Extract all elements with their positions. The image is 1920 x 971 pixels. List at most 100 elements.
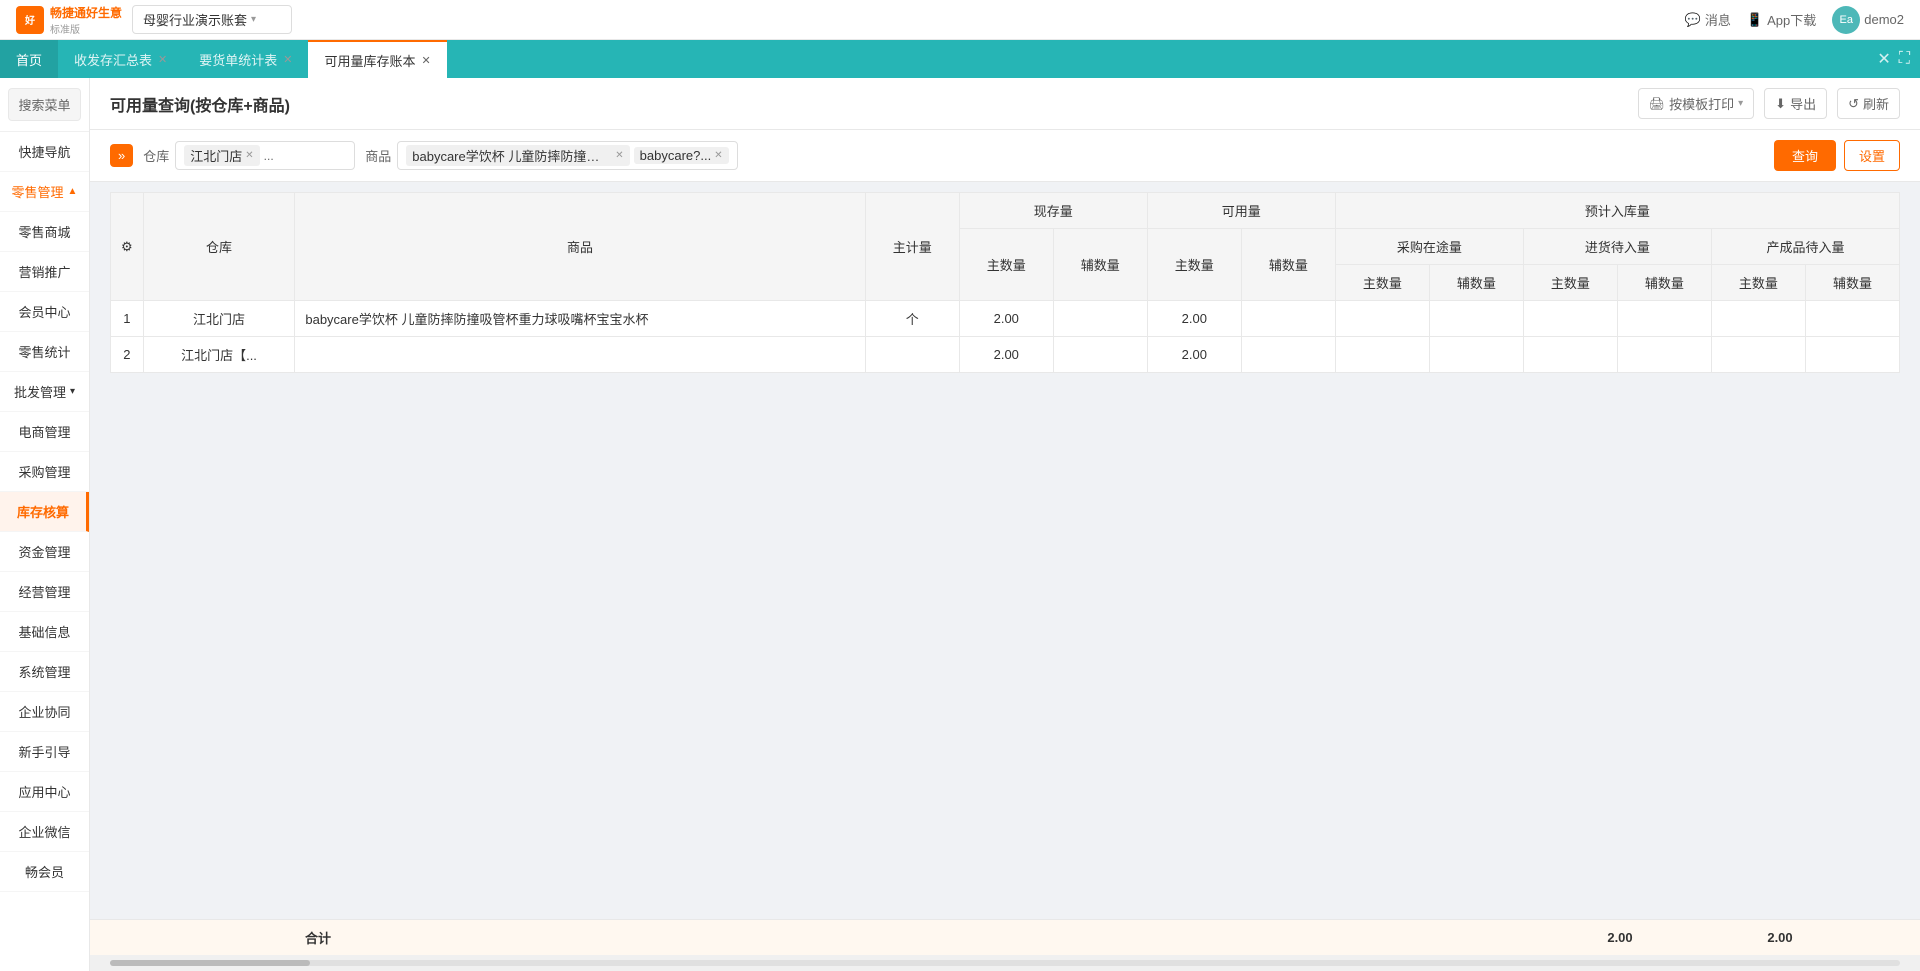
- sidebar-item-ecommerce[interactable]: 电商管理: [0, 412, 89, 452]
- row-in-main: [1523, 301, 1617, 337]
- finished-goods-header: 产成品待入量: [1711, 229, 1899, 265]
- close-tab-inventory[interactable]: ✕: [422, 54, 431, 67]
- prod-sub-header: 辅数量: [1805, 265, 1899, 301]
- settings-col-header[interactable]: ⚙: [111, 193, 144, 301]
- sidebar-item-new-guide[interactable]: 新手引导: [0, 732, 89, 772]
- expand-icon[interactable]: ⛶: [1899, 50, 1910, 68]
- product-input[interactable]: babycare学饮杯 儿童防摔防撞吸管杯重力球吸嘴杯宝宝水杯 ✕ babyca…: [397, 141, 737, 170]
- prod-main-header: 主数量: [1711, 265, 1805, 301]
- tab-order-stats[interactable]: 要货单统计表 ✕: [183, 40, 308, 78]
- chevron-icon: ▾: [70, 386, 75, 397]
- stock-sub-header: 辅数量: [1053, 229, 1147, 301]
- print-icon: 🖨: [1649, 96, 1666, 112]
- row-pur-main: [1335, 301, 1429, 337]
- refresh-button[interactable]: ↺ 刷新: [1837, 88, 1900, 119]
- row-warehouse: 江北门店: [143, 301, 295, 337]
- row-prod-sub: [1805, 337, 1899, 373]
- export-icon: ⬇: [1775, 96, 1786, 112]
- in-main-header: 主数量: [1523, 265, 1617, 301]
- sidebar-item-wechat-enterprise[interactable]: 企业微信: [0, 812, 89, 852]
- close-tab-receive[interactable]: ✕: [158, 53, 167, 66]
- row-product: babycare学饮杯 儿童防摔防撞吸管杯重力球吸嘴杯宝宝水杯: [295, 301, 865, 337]
- table-body: 1 江北门店 babycare学饮杯 儿童防摔防撞吸管杯重力球吸嘴杯宝宝水杯 个…: [111, 301, 1900, 373]
- tab-controls: ✕ ⛶: [1877, 40, 1920, 78]
- row-number: 2: [111, 337, 144, 373]
- warehouse-filter: 仓库 江北门店 ✕ ...: [143, 141, 355, 170]
- sidebar-item-enterprise-collab[interactable]: 企业协同: [0, 692, 89, 732]
- table-row: 2 江北门店【... 2.00 2.00: [111, 337, 1900, 373]
- sidebar-item-basic-info[interactable]: 基础信息: [0, 612, 89, 652]
- close-tab-order[interactable]: ✕: [283, 53, 292, 66]
- remove-product-tag-2[interactable]: ✕: [714, 150, 722, 161]
- more-filter-btn[interactable]: ...: [264, 149, 274, 163]
- sidebar-item-quick-nav[interactable]: 快捷导航: [0, 132, 89, 172]
- tab-available-inventory[interactable]: 可用量库存账本 ✕: [308, 40, 446, 78]
- warehouse-col-header: 仓库: [143, 193, 295, 301]
- sidebar-item-app-center[interactable]: 应用中心: [0, 772, 89, 812]
- tab-receive-summary[interactable]: 收发存汇总表 ✕: [58, 40, 183, 78]
- sidebar-item-member-center[interactable]: 会员中心: [0, 292, 89, 332]
- sidebar-item-retail-mall[interactable]: 零售商城: [0, 212, 89, 252]
- row-in-sub: [1617, 301, 1711, 337]
- expected-group-header: 预计入库量: [1335, 193, 1899, 229]
- search-menu-button[interactable]: 搜索菜单: [8, 88, 81, 121]
- row-avail-main: 2.00: [1147, 337, 1241, 373]
- page-header: 可用量查询(按仓库+商品) 🖨 按模板打印 ▾ ⬇ 导出 ↺ 刷新: [90, 78, 1920, 130]
- remove-product-tag-1[interactable]: ✕: [615, 150, 623, 161]
- row-stock-sub: [1053, 337, 1147, 373]
- tab-home[interactable]: 首页: [0, 40, 58, 78]
- message-icon: 💬: [1685, 12, 1701, 28]
- sidebar-item-inventory-check[interactable]: 库存核算: [0, 492, 89, 532]
- row-avail-sub: [1241, 337, 1335, 373]
- sidebar-item-chang-member[interactable]: 畅会员: [0, 852, 89, 892]
- message-action[interactable]: 💬 消息: [1685, 10, 1731, 29]
- sidebar-item-operations[interactable]: 经营管理: [0, 572, 89, 612]
- purchase-transit-header: 采购在途量: [1335, 229, 1523, 265]
- sidebar-item-marketing[interactable]: 营销推广: [0, 252, 89, 292]
- avail-main-header: 主数量: [1147, 229, 1241, 301]
- product-tag-1: babycare学饮杯 儿童防摔防撞吸管杯重力球吸嘴杯宝宝水杯 ✕: [406, 145, 629, 166]
- table-footer: 合计 2.00 2.00: [90, 919, 1920, 955]
- query-button[interactable]: 查询: [1774, 140, 1836, 171]
- top-bar-left: 好 畅捷通好生意 标准版 母婴行业演示账套 ▾: [16, 4, 292, 36]
- filter-expand-button[interactable]: »: [110, 144, 133, 167]
- scroll-thumb[interactable]: [110, 960, 310, 966]
- main-layout: 搜索菜单 快捷导航 零售管理 ▲ 零售商城 营销推广 会员中心 零售统计 批发管…: [0, 78, 1920, 971]
- store-selector[interactable]: 母婴行业演示账套 ▾: [132, 5, 292, 34]
- row-stock-main: 2.00: [959, 337, 1053, 373]
- incoming-header: 进货待入量: [1523, 229, 1711, 265]
- print-template-button[interactable]: 🖨 按模板打印 ▾: [1638, 88, 1755, 119]
- avail-group-header: 可用量: [1147, 193, 1335, 229]
- sidebar-item-retail-stats[interactable]: 零售统计: [0, 332, 89, 372]
- row-prod-sub: [1805, 301, 1899, 337]
- filter-bar: » 仓库 江北门店 ✕ ... 商品 babycare学饮杯 儿童防摔防撞吸管杯…: [90, 130, 1920, 182]
- sidebar-item-system[interactable]: 系统管理: [0, 652, 89, 692]
- pur-sub-header: 辅数量: [1429, 265, 1523, 301]
- app-download-action[interactable]: 📱 App下载: [1747, 10, 1816, 29]
- row-unit: [865, 337, 959, 373]
- row-pur-sub: [1429, 301, 1523, 337]
- remove-warehouse-tag[interactable]: ✕: [245, 150, 253, 161]
- close-all-tabs-icon[interactable]: ✕: [1877, 49, 1890, 69]
- avail-sub-header: 辅数量: [1241, 229, 1335, 301]
- table-row: 1 江北门店 babycare学饮杯 儿童防摔防撞吸管杯重力球吸嘴杯宝宝水杯 个…: [111, 301, 1900, 337]
- product-col-header: 商品: [295, 193, 865, 301]
- warehouse-input[interactable]: 江北门店 ✕ ...: [175, 141, 355, 170]
- scroll-track: [110, 960, 1900, 966]
- row-prod-main: [1711, 301, 1805, 337]
- avatar: Ea: [1832, 6, 1860, 34]
- filter-action-buttons: 查询 设置: [1774, 140, 1900, 171]
- warehouse-tag: 江北门店 ✕: [184, 145, 259, 166]
- user-profile[interactable]: Ea demo2: [1832, 6, 1904, 34]
- in-sub-header: 辅数量: [1617, 265, 1711, 301]
- sidebar-item-purchase[interactable]: 采购管理: [0, 452, 89, 492]
- sidebar-item-wholesale-mgmt[interactable]: 批发管理 ▾: [0, 372, 89, 412]
- horizontal-scrollbar[interactable]: [90, 955, 1920, 971]
- setting-button[interactable]: 设置: [1844, 140, 1900, 171]
- sidebar-item-retail-mgmt[interactable]: 零售管理 ▲: [0, 172, 89, 212]
- export-button[interactable]: ⬇ 导出: [1764, 88, 1827, 119]
- top-bar-right: 💬 消息 📱 App下载 Ea demo2: [1685, 6, 1904, 34]
- table-container: ⚙ 仓库 商品 主计量 现存量 可用量 预计入库量 主数量 辅数量 主数量 辅数…: [90, 182, 1920, 919]
- sidebar-item-finance[interactable]: 资金管理: [0, 532, 89, 572]
- chevron-down-icon: ▾: [1738, 98, 1743, 109]
